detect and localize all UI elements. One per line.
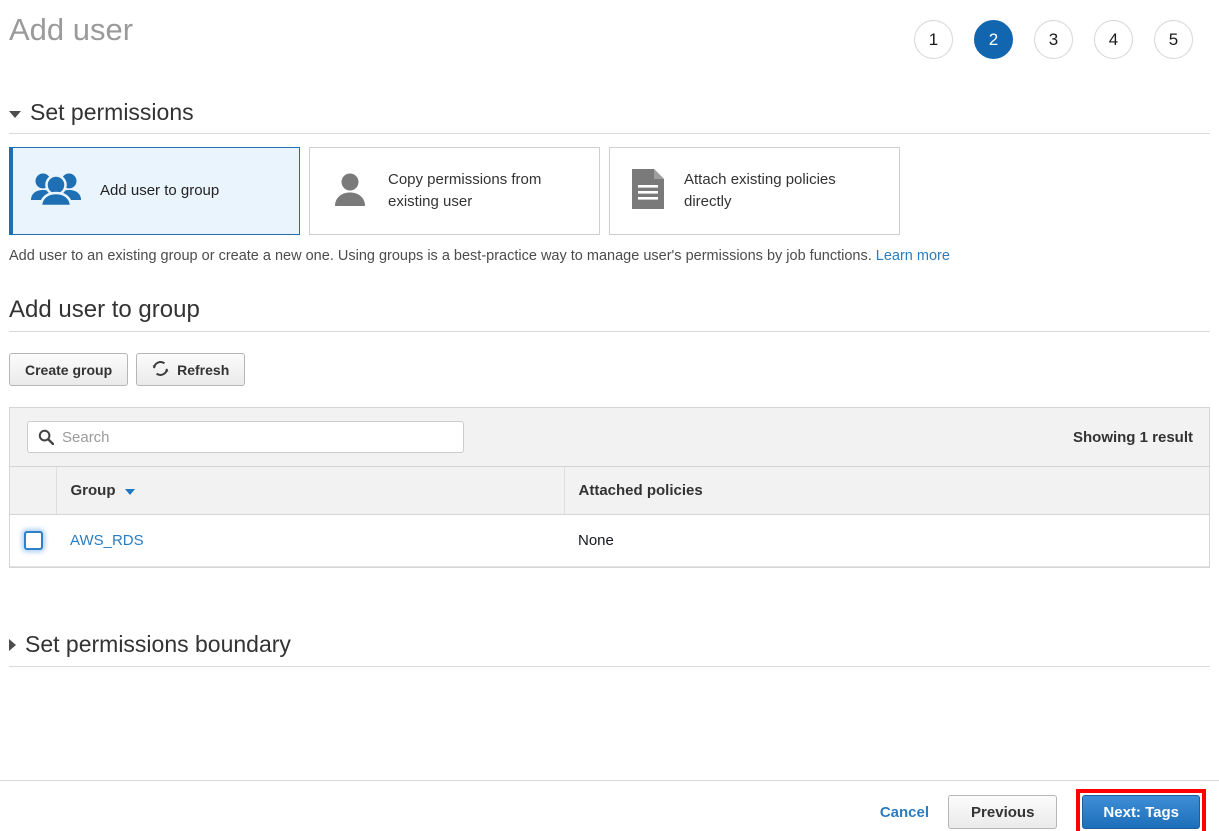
table-header-row: Group Attached policies [10,467,1209,515]
option-card-label: Copy permissions from existing user [388,171,542,210]
group-of-people-icon [30,170,82,213]
group-toolbar: Create group Refresh [9,353,246,386]
person-icon [330,169,370,214]
set-permissions-section-header[interactable]: Set permissions [9,99,194,126]
column-header-group[interactable]: Group [56,467,565,515]
learn-more-link[interactable]: Learn more [876,248,950,264]
cancel-button[interactable]: Cancel [880,804,929,821]
row-attached-policies-cell: None [564,514,1209,567]
sort-descending-icon [124,488,135,495]
row-group-cell: AWS_RDS [56,514,564,567]
wizard-step-4[interactable]: 4 [1094,20,1133,59]
table-row[interactable]: AWS_RDS None [10,514,1209,567]
document-icon [630,168,666,215]
add-user-wizard-page: Add user 1 2 3 4 5 Set permissions Add u… [0,0,1219,831]
refresh-button[interactable]: Refresh [136,353,246,386]
page-header: Add user 1 2 3 4 5 [0,0,1219,78]
divider [9,666,1210,667]
option-card-label: Attach existing policies directly [684,171,836,210]
chevron-right-icon [9,638,16,651]
search-input[interactable] [27,421,464,453]
row-select-cell [10,514,56,567]
groups-table-panel: Showing 1 result Group Attached policies [9,407,1210,568]
set-permissions-boundary-label: Set permissions boundary [25,631,291,657]
column-header-attached-policies[interactable]: Attached policies [564,467,1209,515]
option-card-add-user-to-group[interactable]: Add user to group [9,147,300,235]
add-user-to-group-header: Add user to group [9,296,200,324]
divider [9,133,1210,134]
groups-table-head: Group Attached policies [10,467,1209,515]
refresh-button-label: Refresh [177,361,230,378]
wizard-step-2[interactable]: 2 [974,20,1013,59]
permissions-description: Add user to an existing group or create … [9,248,1199,264]
groups-table-body: AWS_RDS None [10,514,1209,567]
select-all-column-header [10,467,57,515]
row-checkbox[interactable] [23,530,43,550]
next-tags-button[interactable]: Next: Tags [1082,795,1200,829]
wizard-footer: Cancel Previous Next: Tags [880,789,1206,831]
column-header-attached-policies-label: Attached policies [578,481,703,499]
groups-table: Group Attached policies AWS_RDS None [10,467,1209,567]
refresh-icon [152,360,169,380]
group-name-link[interactable]: AWS_RDS [70,532,144,549]
wizard-step-indicator: 1 2 3 4 5 [914,20,1193,59]
add-user-to-group-label: Add user to group [9,296,200,323]
footer-divider [0,780,1219,781]
search-icon [38,429,55,450]
divider [9,331,1210,332]
page-title: Add user [9,12,134,47]
search-field-wrapper [27,421,464,453]
result-count: Showing 1 result [1072,428,1193,446]
groups-table-toolbar: Showing 1 result [10,408,1209,467]
next-button-highlight: Next: Tags [1076,789,1206,831]
create-group-button[interactable]: Create group [9,353,129,386]
chevron-down-icon [9,111,21,118]
option-card-label: Add user to group [100,182,220,200]
wizard-step-1[interactable]: 1 [914,20,953,59]
column-header-group-label: Group [70,481,116,499]
wizard-step-5[interactable]: 5 [1154,20,1193,59]
set-permissions-boundary-header[interactable]: Set permissions boundary [9,631,291,658]
previous-button[interactable]: Previous [948,795,1058,829]
wizard-step-3[interactable]: 3 [1034,20,1073,59]
option-card-copy-permissions[interactable]: Copy permissions from existing user [309,147,600,235]
permission-option-cards: Add user to group Copy permissions from … [9,147,900,235]
option-card-attach-policies[interactable]: Attach existing policies directly [609,147,900,235]
set-permissions-label: Set permissions [30,99,194,125]
permissions-description-text: Add user to an existing group or create … [9,248,872,264]
